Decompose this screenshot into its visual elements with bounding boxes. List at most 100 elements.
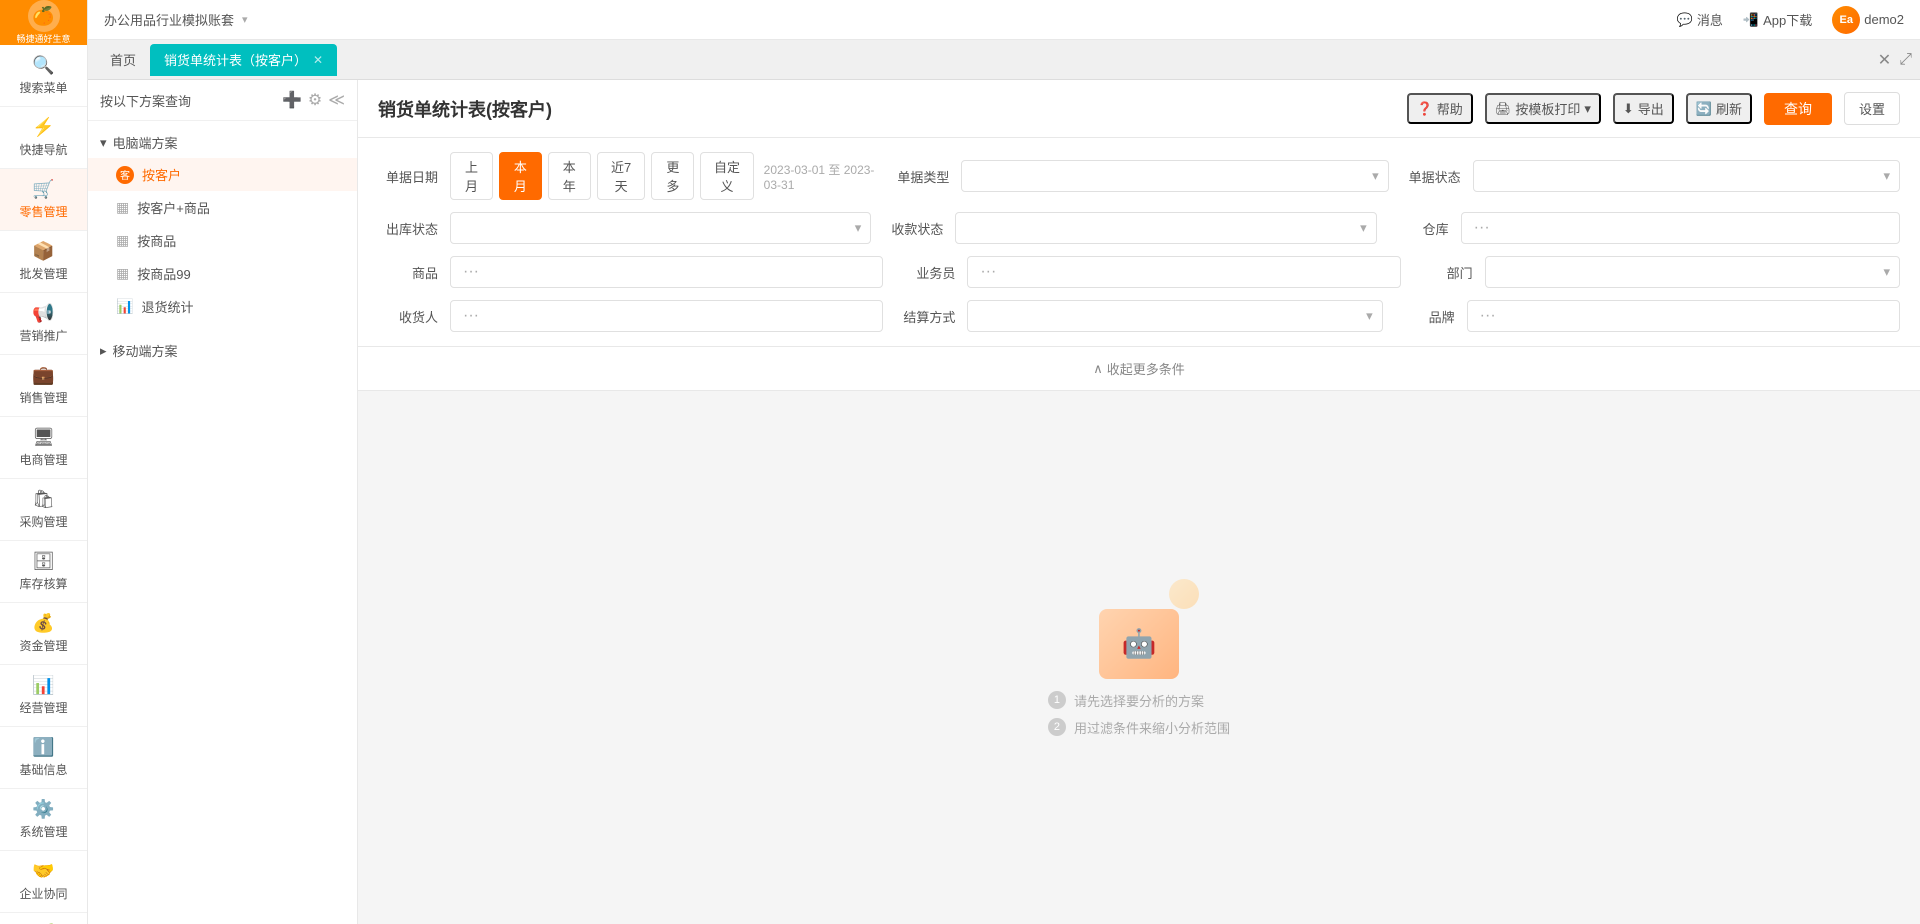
doc-type-label: 单据类型: [889, 167, 949, 186]
sidebar-item-system-label: 系统管理: [4, 823, 84, 840]
industry-dropdown-arrow[interactable]: ▾: [242, 13, 248, 26]
scheme-item-by-goods[interactable]: ▦ 按商品: [88, 224, 357, 257]
receiver-control: ···: [450, 300, 883, 332]
sidebar-item-finance[interactable]: 💰 资金管理: [0, 603, 88, 665]
sidebar-item-system[interactable]: ⚙️ 系统管理: [0, 789, 88, 851]
app-name: 畅捷通好生意: [16, 34, 70, 45]
scheme-group-mobile[interactable]: ▸ 移动端方案: [88, 335, 357, 366]
add-scheme-icon[interactable]: ➕: [282, 90, 302, 110]
sidebar-item-purchase[interactable]: 🛍 采购管理: [0, 479, 88, 541]
page-title-bar: 销货单统计表(按客户) ❓ 帮助 🖨 按模板打印 ▾ ⬇: [358, 80, 1920, 138]
enterprise-icon: 🤝: [4, 861, 84, 882]
date-label: 单据日期: [378, 167, 438, 186]
settings-scheme-icon[interactable]: ⚙: [308, 90, 322, 110]
scheme-item-by-customer-goods[interactable]: ▦ 按客户+商品: [88, 191, 357, 224]
goods-control: ···: [450, 256, 883, 288]
warehouse-dots[interactable]: ···: [1470, 219, 1494, 237]
doc-type-select[interactable]: [961, 160, 1388, 192]
collapse-label: 收起更多条件: [1107, 359, 1185, 378]
department-select[interactable]: [1485, 256, 1900, 288]
tab-home[interactable]: 首页: [96, 44, 150, 76]
chevron-right-icon: ▸: [100, 343, 107, 359]
header-left: 办公用品行业模拟账套 ▾: [104, 10, 248, 29]
receiver-dots[interactable]: ···: [459, 307, 483, 325]
sales-icon: 💼: [4, 365, 84, 386]
scheme-item-by-goods-99[interactable]: ▦ 按商品99: [88, 257, 357, 290]
sidebar-item-quicknav[interactable]: ⚡ 快捷导航: [0, 107, 88, 169]
app-download-label: App下载: [1763, 10, 1812, 29]
out-status-select[interactable]: [450, 212, 871, 244]
date-btn-7days[interactable]: 近7天: [597, 152, 646, 200]
doc-status-select[interactable]: [1473, 160, 1900, 192]
date-btn-more[interactable]: 更多: [651, 152, 694, 200]
scheme-item-by-customer-goods-label: 按客户+商品: [137, 198, 210, 217]
chart-icon-4: 📊: [116, 298, 133, 315]
export-button[interactable]: ⬇ 导出: [1613, 93, 1674, 124]
tab-home-label: 首页: [110, 50, 136, 69]
purchase-icon: 🛍: [4, 489, 84, 510]
tab-sales-stat[interactable]: 销货单统计表（按客户） ✕: [150, 44, 337, 76]
goods-dots[interactable]: ···: [459, 263, 483, 281]
inventory-icon: 🗄: [4, 551, 84, 572]
operation-icon: 📊: [4, 675, 84, 696]
print-button[interactable]: 🖨 按模板打印 ▾: [1485, 93, 1601, 124]
date-btn-this-year[interactable]: 本年: [548, 152, 591, 200]
receipt-status-select[interactable]: [955, 212, 1376, 244]
app-download-button[interactable]: 📲 App下载: [1743, 10, 1812, 29]
system-icon: ⚙️: [4, 799, 84, 820]
empty-step-2: 2 用过滤条件来缩小分析范围: [1048, 718, 1230, 737]
scheme-item-return-stat[interactable]: 📊 退货统计: [88, 290, 357, 323]
refresh-icon: 🔄: [1696, 101, 1712, 117]
filter-row-3: 商品 ··· 业务员 ··· 部门: [378, 256, 1900, 288]
sidebar-item-wholesale[interactable]: 📦 批发管理: [0, 231, 88, 293]
sidebar-item-basic[interactable]: ℹ️ 基础信息: [0, 727, 88, 789]
sidebar-item-search[interactable]: 🔍 搜索菜单: [0, 45, 88, 107]
sidebar-item-inventory[interactable]: 🗄 库存核算: [0, 541, 88, 603]
sidebar-item-newbie[interactable]: 🌱 新手引导: [0, 913, 88, 924]
salesperson-dots[interactable]: ···: [976, 263, 1000, 281]
sidebar-item-retail[interactable]: 🛒 零售管理: [0, 169, 88, 231]
message-button[interactable]: 💬 消息: [1677, 10, 1723, 29]
tab-expand-icon[interactable]: ⤢: [1899, 51, 1912, 69]
scheme-item-by-customer[interactable]: 客 按客户: [88, 158, 357, 191]
salesperson-control: ···: [967, 256, 1400, 288]
collapse-bar: ∧ 收起更多条件: [358, 347, 1920, 391]
sidebar-item-marketing[interactable]: 📢 营销推广: [0, 293, 88, 355]
settings-button[interactable]: 设置: [1844, 92, 1900, 125]
brand-dots[interactable]: ···: [1476, 307, 1500, 325]
scheme-group-desktop-label: 电脑端方案: [113, 133, 178, 152]
date-btn-this-month[interactable]: 本月: [499, 152, 542, 200]
refresh-button[interactable]: 🔄 刷新: [1686, 93, 1752, 124]
sidebar-item-wholesale-label: 批发管理: [4, 265, 84, 282]
user-profile[interactable]: Ea demo2: [1832, 6, 1904, 34]
sidebar-item-ecommerce[interactable]: 🖥 电商管理: [0, 417, 88, 479]
export-label: 导出: [1638, 99, 1664, 118]
collapse-scheme-icon[interactable]: ≪: [328, 90, 345, 110]
date-btn-custom[interactable]: 自定义: [700, 152, 753, 200]
date-btn-last-month[interactable]: 上月: [450, 152, 493, 200]
sidebar-item-enterprise[interactable]: 🤝 企业协同: [0, 851, 88, 913]
sidebar-item-sales[interactable]: 💼 销售管理: [0, 355, 88, 417]
brand-control: ···: [1467, 300, 1900, 332]
sidebar-item-purchase-label: 采购管理: [4, 513, 84, 530]
filter-row-1: 单据日期 上月 本月 本年 近7天 更多 自定义 2023-03-01 至 20…: [378, 152, 1900, 200]
sidebar-item-marketing-label: 营销推广: [4, 327, 84, 344]
tab-close-all-icon[interactable]: ✕: [1878, 50, 1891, 70]
sidebar-item-ecommerce-label: 电商管理: [4, 451, 84, 468]
refresh-label: 刷新: [1716, 99, 1742, 118]
scheme-group-desktop[interactable]: ▾ 电脑端方案: [88, 127, 357, 158]
chart-icon-3: ▦: [116, 265, 129, 282]
payment-select[interactable]: [967, 300, 1382, 332]
payment-label: 结算方式: [895, 307, 955, 326]
tab-close-icon[interactable]: ✕: [313, 53, 323, 67]
sidebar-item-operation[interactable]: 📊 经营管理: [0, 665, 88, 727]
help-button[interactable]: ❓ 帮助: [1407, 93, 1473, 124]
empty-shine: [1169, 579, 1199, 609]
receipt-status-label: 收款状态: [883, 219, 943, 238]
sidebar-item-quicknav-label: 快捷导航: [4, 141, 84, 158]
collapse-button[interactable]: ∧ 收起更多条件: [1081, 355, 1197, 382]
help-icon: ❓: [1417, 101, 1433, 117]
query-button[interactable]: 查询: [1764, 93, 1832, 125]
tab-bar-actions: ✕ ⤢: [1878, 50, 1912, 70]
filter-area: 单据日期 上月 本月 本年 近7天 更多 自定义 2023-03-01 至 20…: [358, 138, 1920, 347]
